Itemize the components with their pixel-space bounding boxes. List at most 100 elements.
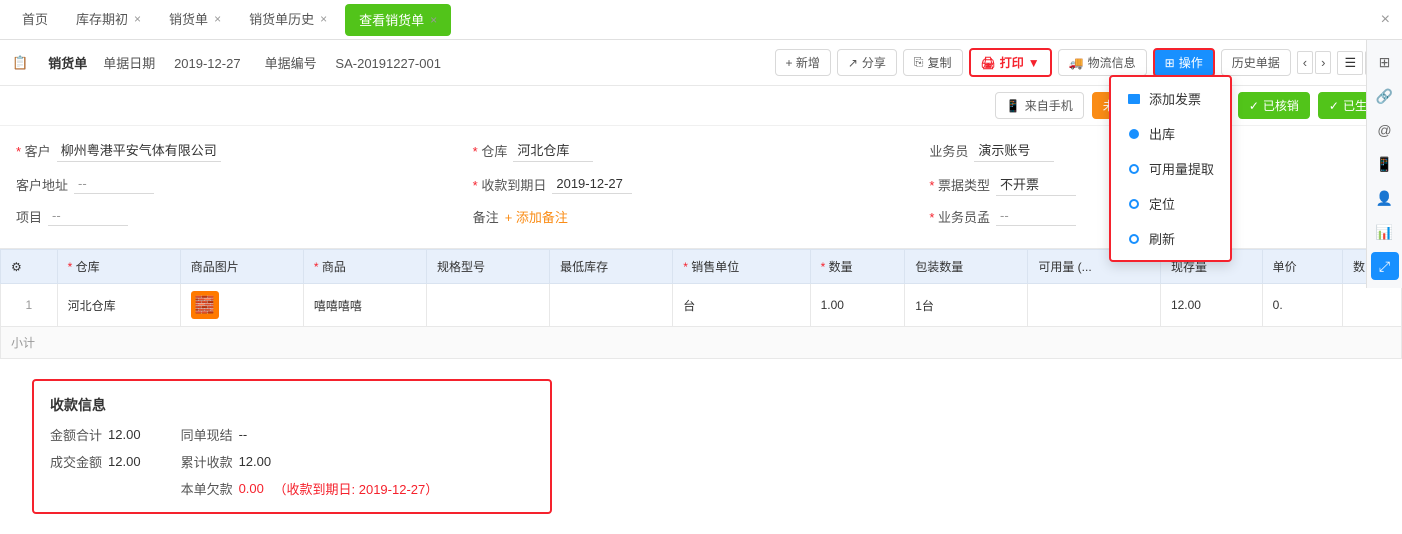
number-label: 单据编号 — [265, 56, 317, 71]
outbound-icon — [1127, 127, 1141, 141]
product-image: 🧱 — [191, 291, 219, 319]
grid-icon: ⊞ — [1165, 56, 1175, 70]
logistics-button[interactable]: 🚚 物流信息 — [1058, 49, 1147, 76]
operation-dropdown: 添加发票 出库 可用量提取 定位 刷新 — [1109, 75, 1232, 262]
address-label: 客户地址 — [16, 175, 68, 194]
locate-label: 定位 — [1149, 194, 1175, 213]
payment-rows: 金额合计 12.00 成交金额 12.00 同单现结 -- — [50, 425, 534, 498]
col-unit-price: 单价 — [1262, 250, 1342, 284]
available-qty-icon — [1127, 162, 1141, 176]
dropdown-outbound[interactable]: 出库 — [1111, 116, 1230, 151]
print-button[interactable]: 🖨 打印 ▼ — [969, 48, 1052, 77]
row-amount — [1342, 284, 1401, 327]
col-settings[interactable]: ⚙ — [1, 250, 58, 284]
copy-icon: ⎘ — [914, 55, 924, 70]
dropdown-available-qty[interactable]: 可用量提取 — [1111, 151, 1230, 186]
payment-date-label: 收款到期日 — [473, 175, 547, 194]
effective-check-icon: ✓ — [1329, 99, 1339, 113]
tab-home-label: 首页 — [22, 9, 48, 28]
history-button[interactable]: 历史单据 — [1221, 49, 1291, 76]
salesperson-label: 业务员 — [929, 141, 968, 160]
new-button[interactable]: + 新增 — [775, 49, 831, 76]
tab-sales-close[interactable]: × — [214, 12, 221, 26]
view-list-icon[interactable]: ☰ — [1337, 51, 1363, 75]
col-product-img: 商品图片 — [180, 250, 303, 284]
right-user-icon[interactable]: 👤 — [1371, 184, 1399, 212]
right-data-icon[interactable]: 📊 — [1371, 218, 1399, 246]
row-unit: 台 — [673, 284, 810, 327]
cumulative-item: 累计收款 12.00 — [181, 452, 439, 471]
subtotal-label: 小计 — [1, 327, 1402, 359]
cumulative-value: 12.00 — [239, 454, 272, 469]
refresh-label: 刷新 — [1149, 229, 1175, 248]
subtotal-row: 小计 — [1, 327, 1402, 359]
salesperson2-value: -- — [996, 206, 1076, 226]
project-value: -- — [48, 206, 128, 226]
tab-sales-history[interactable]: 销货单历史 × — [235, 0, 341, 40]
available-qty-label: 可用量提取 — [1149, 159, 1214, 178]
tab-inventory-label: 库存期初 — [76, 9, 128, 28]
row-unit-price: 0. — [1262, 284, 1342, 327]
prev-arrow[interactable]: ‹ — [1297, 51, 1313, 74]
tab-sales-label: 销货单 — [169, 9, 208, 28]
right-link-icon[interactable]: 🔗 — [1371, 82, 1399, 110]
date-label: 单据日期 — [103, 56, 155, 71]
cancelled-button[interactable]: ✓ 已核销 — [1238, 92, 1310, 119]
main-close-button[interactable]: × — [1381, 11, 1390, 29]
tab-inventory-close[interactable]: × — [134, 12, 141, 26]
doc-meta-number: 单据编号 SA-20191227-001 — [265, 53, 449, 72]
dropdown-locate[interactable]: 定位 — [1111, 186, 1230, 221]
right-table-icon[interactable]: ⊞ — [1371, 48, 1399, 76]
tab-history-close[interactable]: × — [320, 12, 327, 26]
project-field: 项目 -- — [16, 206, 473, 226]
payment-col-left: 金额合计 12.00 成交金额 12.00 — [50, 425, 141, 498]
address-field: 客户地址 -- — [16, 174, 473, 194]
cancel-check-icon: ✓ — [1249, 99, 1259, 113]
col-min-stock: 最低库存 — [550, 250, 673, 284]
right-panel: ⊞ 🔗 @ 📱 👤 📊 ⤢ — [1366, 40, 1402, 288]
tab-bar: 首页 库存期初 × 销货单 × 销货单历史 × 查看销货单 × × — [0, 0, 1402, 40]
row-num: 1 — [1, 284, 58, 327]
share-button[interactable]: ↗ 分享 — [837, 49, 897, 76]
tab-check-sales[interactable]: 查看销货单 × — [345, 4, 451, 36]
tab-history-label: 销货单历史 — [249, 9, 314, 28]
payment-section: 收款信息 金额合计 12.00 成交金额 12.00 — [0, 359, 1402, 534]
same-order-value: -- — [239, 427, 248, 442]
logistics-label: 物流信息 — [1088, 54, 1136, 71]
dropdown-add-invoice[interactable]: 添加发票 — [1111, 81, 1230, 116]
tab-sales-order[interactable]: 销货单 × — [155, 0, 235, 40]
warehouse-label: 仓库 — [473, 141, 508, 160]
row-warehouse: 河北仓库 — [57, 284, 180, 327]
tab-check-close[interactable]: × — [430, 13, 437, 27]
print-icon: 🖨 — [981, 56, 996, 70]
tab-inventory-init[interactable]: 库存期初 × — [62, 0, 155, 40]
phone-icon: 📱 — [1006, 99, 1021, 113]
row-product-img: 🧱 — [180, 284, 303, 327]
right-phone-icon[interactable]: 📱 — [1371, 150, 1399, 178]
operation-button[interactable]: ⊞ 操作 — [1153, 48, 1215, 77]
nav-arrows: ‹ › — [1297, 51, 1332, 74]
product-table: ⚙ 仓库 商品图片 商品 规格型号 最低库存 销售单位 数量 包装数量 可用量 … — [0, 249, 1402, 359]
col-quantity: 数量 — [810, 250, 905, 284]
next-arrow[interactable]: › — [1315, 51, 1331, 74]
cumulative-label: 累计收款 — [181, 452, 233, 471]
copy-button[interactable]: ⎘ 复制 — [903, 49, 963, 76]
debt-value: 0.00 — [239, 481, 264, 496]
product-table-wrap: ⚙ 仓库 商品图片 商品 规格型号 最低库存 销售单位 数量 包装数量 可用量 … — [0, 249, 1402, 359]
dropdown-refresh[interactable]: 刷新 — [1111, 221, 1230, 256]
customer-field: 客户 柳州粤港平安气体有限公司 — [16, 138, 473, 162]
from-phone-button[interactable]: 📱 来自手机 — [995, 92, 1084, 119]
number-value: SA-20191227-001 — [335, 56, 441, 71]
cancelled-label: 已核销 — [1263, 97, 1299, 114]
tab-check-label: 查看销货单 — [359, 10, 424, 29]
same-order-item: 同单现结 -- — [181, 425, 439, 444]
right-expand-icon[interactable]: ⤢ — [1371, 252, 1399, 280]
debt-label: 本单欠款 — [181, 479, 233, 498]
doc-info: 📋 销货单 单据日期 2019-12-27 单据编号 SA-20191227-0… — [12, 53, 767, 72]
tab-home[interactable]: 首页 — [8, 0, 62, 40]
right-at-icon[interactable]: @ — [1371, 116, 1399, 144]
add-note-button[interactable]: + 添加备注 — [505, 207, 568, 226]
row-quantity: 1.00 — [810, 284, 905, 327]
remark-label: 备注 — [473, 207, 499, 226]
from-phone-label: 来自手机 — [1025, 97, 1073, 114]
